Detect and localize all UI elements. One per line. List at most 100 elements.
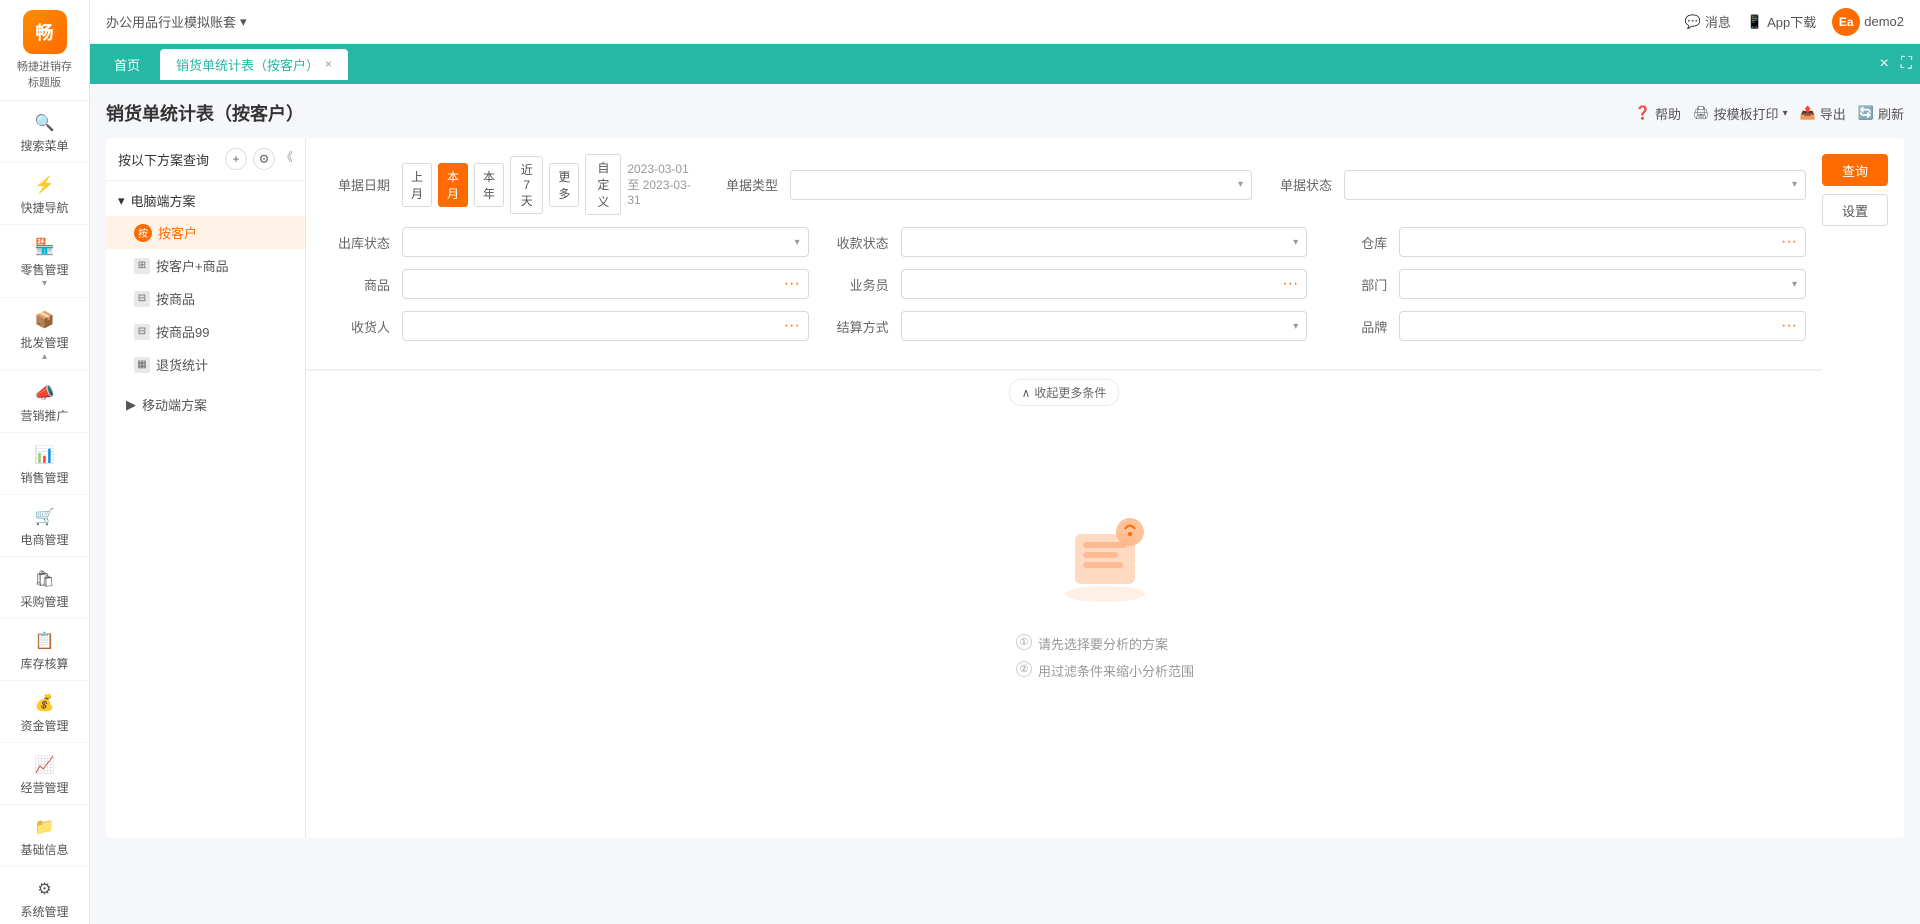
out-status-label: 出库状态 <box>322 233 390 252</box>
two-panel: 按以下方案查询 + ⚙ 《 ▾ 电脑端方案 按 <box>106 138 1904 838</box>
chevron-down-icon: ▾ <box>1293 237 1298 248</box>
order-status-label: 单据状态 <box>1264 175 1332 194</box>
tab-maximize-icon[interactable]: ⛶ <box>1901 55 1912 73</box>
by-customer-icon: 按 <box>134 224 152 242</box>
tab-home[interactable]: 首页 <box>98 49 156 80</box>
date-this-month[interactable]: 本月 <box>438 163 468 207</box>
logo-area: 畅 畅捷进销存 标题版 <box>0 0 89 101</box>
sidebar-item-inventory[interactable]: 📋 库存核算 <box>0 619 89 681</box>
scheme-item-return-stats[interactable]: ▦ 退货统计 <box>106 348 305 381</box>
sidebar-item-marketing[interactable]: 📣 营销推广 <box>0 371 89 433</box>
avatar: Ea <box>1832 8 1860 36</box>
retail-icon: 🏪 <box>35 237 55 257</box>
sidebar-item-operation[interactable]: 📈 经营管理 <box>0 743 89 805</box>
scheme-group-mobile-title[interactable]: ▶ 移动端方案 <box>106 389 305 420</box>
user-profile[interactable]: Ea demo2 <box>1832 8 1904 36</box>
dots-icon: ··· <box>784 317 800 335</box>
refresh-icon: 🔄 <box>1858 105 1874 121</box>
sidebar-item-retail[interactable]: 🏪 零售管理 ▾ <box>0 225 89 298</box>
help-icon: ❓ <box>1635 105 1651 121</box>
date-last-7days[interactable]: 近7天 <box>510 156 543 214</box>
filter-row-2: 出库状态 ▾ 收款状态 ▾ 仓库 <box>322 227 1806 257</box>
scheme-group-mobile-label: 移动端方案 <box>142 395 207 414</box>
basic-icon: 📁 <box>35 817 55 837</box>
product-input[interactable]: ··· <box>402 269 809 299</box>
sidebar-item-wholesale[interactable]: 📦 批发管理 ▴ <box>0 298 89 371</box>
scheme-item-by-customer[interactable]: 按 按客户 <box>106 216 305 249</box>
page-title: 销货单统计表（按客户） <box>106 100 304 126</box>
sidebar-item-search[interactable]: 🔍 搜索菜单 <box>0 101 89 163</box>
logo-icon: 畅 <box>23 10 67 54</box>
out-status-select[interactable]: ▾ <box>402 227 809 257</box>
order-status-select[interactable]: ▾ <box>1344 170 1806 200</box>
scheme-item-by-product99[interactable]: ⊟ 按商品99 <box>106 315 305 348</box>
app-download-button[interactable]: 📱 App下载 <box>1747 12 1816 31</box>
export-label: 导出 <box>1820 104 1846 123</box>
sidebar-item-finance[interactable]: 💰 资金管理 <box>0 681 89 743</box>
sidebar-item-basic[interactable]: 📁 基础信息 <box>0 805 89 867</box>
tab-close-icon[interactable]: × <box>325 57 332 71</box>
salesman-input[interactable]: ··· <box>901 269 1308 299</box>
logo-text: 畅捷进销存 <box>17 58 72 74</box>
query-button[interactable]: 查询 <box>1822 154 1888 186</box>
tab-minimize-icon[interactable]: × <box>1879 55 1888 73</box>
sidebar-item-label: 系统管理 <box>20 903 68 920</box>
scheme-item-label: 按商品 <box>156 289 195 308</box>
order-type-select[interactable]: ▾ <box>790 170 1252 200</box>
filter-row-1: 单据日期 上月 本月 本年 近7天 更多 自定义 2023-03-01 至 20… <box>322 154 1806 215</box>
tab-active[interactable]: 销货单统计表（按客户） × <box>160 49 348 80</box>
settings-scheme-button[interactable]: ⚙ <box>253 148 275 170</box>
message-icon: 💬 <box>1685 14 1701 30</box>
scheme-item-customer-product[interactable]: ⊞ 按客户+商品 <box>106 249 305 282</box>
date-custom[interactable]: 自定义 <box>585 154 621 215</box>
collapse-panel-button[interactable]: 《 <box>281 148 293 170</box>
brand-input[interactable]: ··· <box>1399 311 1806 341</box>
export-button[interactable]: 📤 导出 <box>1800 104 1846 123</box>
sidebar-item-sales[interactable]: 📊 销售管理 <box>0 433 89 495</box>
dots-icon: ··· <box>1282 275 1298 293</box>
breadcrumb-text: 办公用品行业模拟账套 <box>106 12 236 31</box>
content-area: 销货单统计表（按客户） ❓ 帮助 🖨 按模板打印 ▾ 📤 导出 🔄 刷新 <box>90 84 1920 924</box>
collapse-button[interactable]: ∧ 收起更多条件 <box>1009 379 1120 406</box>
settle-input[interactable]: ▾ <box>901 311 1308 341</box>
breadcrumb-dropdown[interactable]: 办公用品行业模拟账套 ▾ <box>106 12 247 31</box>
header-right: 💬 消息 📱 App下载 Ea demo2 <box>1685 8 1904 36</box>
sidebar-item-label: 销售管理 <box>20 469 68 486</box>
print-button[interactable]: 🖨 按模板打印 ▾ <box>1693 104 1788 123</box>
sidebar-item-system[interactable]: ⚙ 系统管理 <box>0 867 89 924</box>
help-button[interactable]: ❓ 帮助 <box>1635 104 1681 123</box>
export-icon: 📤 <box>1800 105 1816 121</box>
date-this-year[interactable]: 本年 <box>474 163 504 207</box>
settings-button[interactable]: 设置 <box>1822 194 1888 226</box>
dept-input[interactable]: ▾ <box>1399 269 1806 299</box>
message-button[interactable]: 💬 消息 <box>1685 12 1731 31</box>
refresh-button[interactable]: 🔄 刷新 <box>1858 104 1904 123</box>
scheme-group-desktop-title[interactable]: ▾ 电脑端方案 <box>106 185 305 216</box>
dots-icon: ··· <box>1781 317 1797 335</box>
grid-icon: ⊞ <box>134 258 150 274</box>
expand-arrow: ▴ <box>42 351 47 362</box>
date-last-month[interactable]: 上月 <box>402 163 432 207</box>
scheme-item-by-product[interactable]: ⊟ 按商品 <box>106 282 305 315</box>
sidebar-item-ecommerce[interactable]: 🛒 电商管理 <box>0 495 89 557</box>
filter-row-3: 商品 ··· 业务员 ··· 部门 <box>322 269 1806 299</box>
settle-label: 结算方式 <box>821 317 889 336</box>
finance-icon: 💰 <box>35 693 55 713</box>
right-panel: 单据日期 上月 本月 本年 近7天 更多 自定义 2023-03-01 至 20… <box>306 138 1904 838</box>
sidebar-item-purchase[interactable]: 🛍 采购管理 <box>0 557 89 619</box>
product-icon: ⊟ <box>134 291 150 307</box>
dots-icon: ··· <box>784 275 800 293</box>
system-icon: ⚙ <box>37 879 51 899</box>
inventory-icon: 📋 <box>35 631 55 651</box>
chevron-down-icon: ▾ <box>795 237 800 248</box>
receiver-input[interactable]: ··· <box>402 311 809 341</box>
sidebar-item-quick-nav[interactable]: ⚡ 快捷导航 <box>0 163 89 225</box>
warehouse-input[interactable]: ··· <box>1399 227 1806 257</box>
add-scheme-button[interactable]: + <box>225 148 247 170</box>
chevron-down-icon: ▾ <box>1238 179 1243 190</box>
sidebar-item-label: 营销推广 <box>20 407 68 424</box>
date-more[interactable]: 更多 <box>549 163 579 207</box>
collect-status-select[interactable]: ▾ <box>901 227 1308 257</box>
date-label: 单据日期 <box>322 175 390 194</box>
empty-illustration <box>1045 494 1165 614</box>
